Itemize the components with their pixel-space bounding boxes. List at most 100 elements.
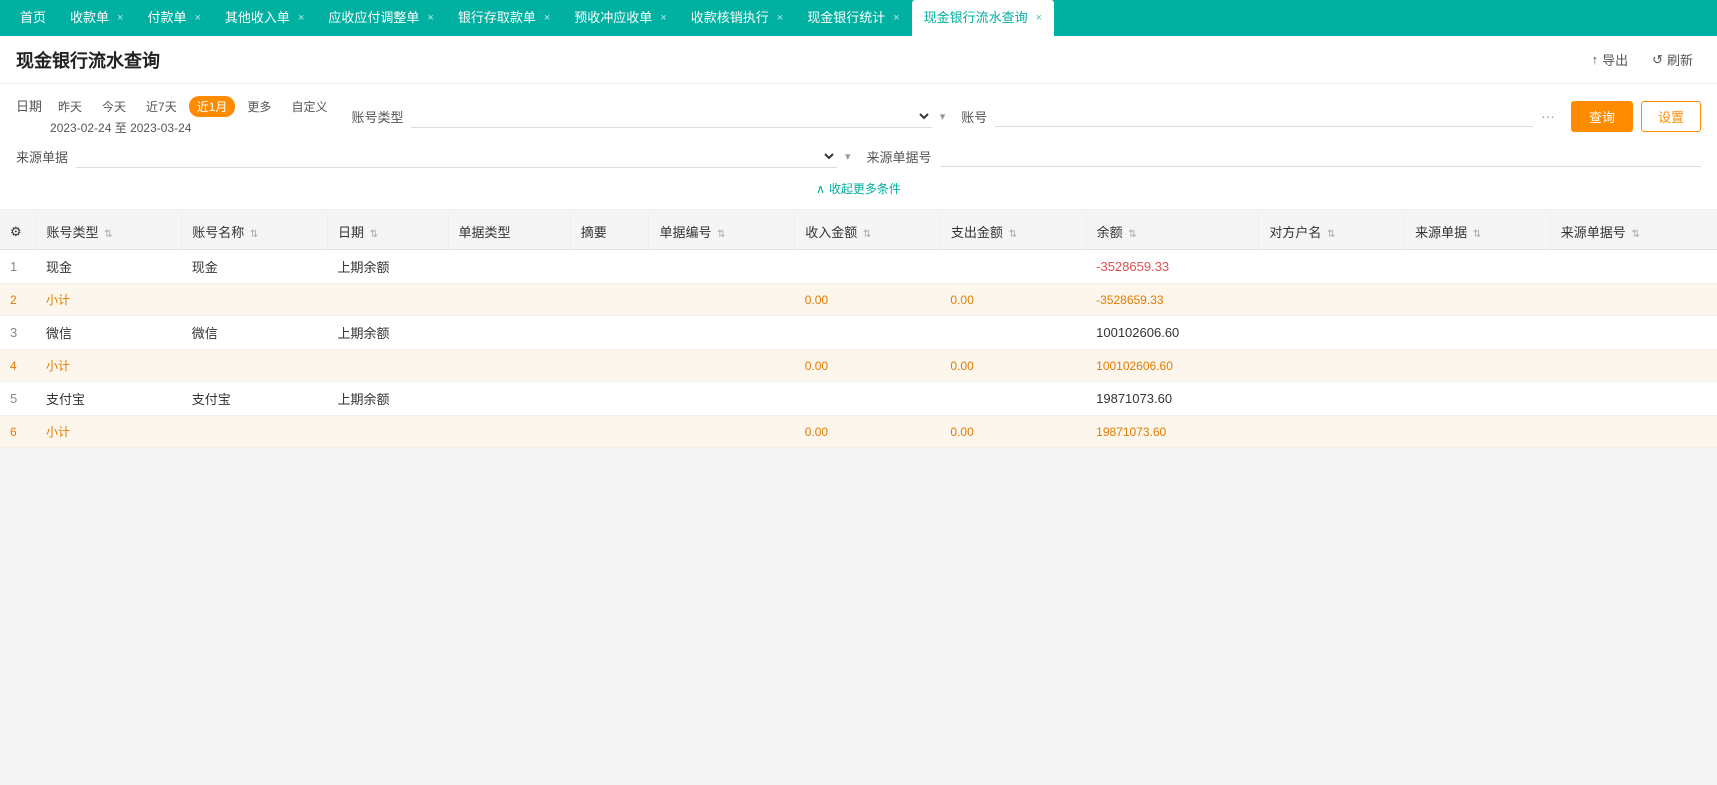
refresh-button[interactable]: ↺ 刷新 <box>1644 46 1701 73</box>
cell-doc-type <box>448 316 570 350</box>
nav-verification-close[interactable]: × <box>777 0 783 36</box>
nav-home[interactable]: 首页 <box>8 0 58 36</box>
nav-bank-deposit-close[interactable]: × <box>544 0 550 36</box>
cell-summary <box>570 284 649 316</box>
nav-receipt-close[interactable]: × <box>117 0 123 36</box>
table-row: 5支付宝支付宝上期余额19871073.60 <box>0 382 1717 416</box>
filter-row-2: 来源单据 ▾ 来源单据号 <box>16 144 1701 168</box>
cell-source-doc <box>1405 284 1551 316</box>
settings-button[interactable]: 设置 <box>1641 101 1701 132</box>
export-button[interactable]: ↑ 导出 <box>1584 46 1637 73</box>
table-row: 4小计0.000.00100102606.60 <box>0 350 1717 382</box>
filter-row-1: 日期 昨天 今天 近7天 近1月 更多 自定义 2023-02-24 至 202… <box>16 96 1701 136</box>
cell-income <box>795 250 941 284</box>
cell-doc-no <box>649 284 795 316</box>
cell-summary <box>570 350 649 382</box>
col-account-type[interactable]: 账号类型 ⇅ <box>36 214 182 250</box>
nav-prepay-close[interactable]: × <box>660 0 666 36</box>
cell-account-type: 小计 <box>36 416 182 448</box>
cell-income: 0.00 <box>795 284 941 316</box>
cell-counterpart <box>1259 316 1405 350</box>
cell-source-doc <box>1405 416 1551 448</box>
sort-income-icon: ⇅ <box>863 229 871 240</box>
date-filter-group: 日期 昨天 今天 近7天 近1月 更多 自定义 2023-02-24 至 202… <box>16 96 335 136</box>
col-account-name[interactable]: 账号名称 ⇅ <box>182 214 328 250</box>
collapse-bar[interactable]: ∧ 收起更多条件 <box>16 176 1701 201</box>
cell-summary <box>570 250 649 284</box>
cell-expense: 0.00 <box>940 284 1086 316</box>
nav-bank-flow[interactable]: 现金银行流水查询 × <box>912 0 1054 36</box>
date-btn-more[interactable]: 更多 <box>239 96 279 117</box>
nav-adjustment[interactable]: 应收应付调整单 × <box>316 0 445 36</box>
cell-account-name: 支付宝 <box>182 382 328 416</box>
cell-expense <box>940 250 1086 284</box>
nav-other-income-close[interactable]: × <box>298 0 304 36</box>
account-type-select[interactable] <box>411 104 931 128</box>
col-source-doc-no[interactable]: 来源单据号 ⇅ <box>1550 214 1717 250</box>
date-btn-1month[interactable]: 近1月 <box>189 96 236 117</box>
col-balance[interactable]: 余额 ⇅ <box>1086 214 1259 250</box>
cell-summary <box>570 382 649 416</box>
date-btn-7days[interactable]: 近7天 <box>138 96 185 117</box>
date-btn-yesterday[interactable]: 昨天 <box>50 96 90 117</box>
cell-account-type: 微信 <box>36 316 182 350</box>
date-btn-custom[interactable]: 自定义 <box>283 96 335 117</box>
sort-account-name-icon: ⇅ <box>250 229 258 240</box>
table-header-row: ⚙ 账号类型 ⇅ 账号名称 ⇅ 日期 ⇅ 单据类型 摘要 单据编号 <box>0 214 1717 250</box>
source-doc-no-input[interactable] <box>940 145 1701 167</box>
col-source-doc[interactable]: 来源单据 ⇅ <box>1405 214 1551 250</box>
account-type-label: 账号类型 <box>351 107 403 126</box>
col-expense[interactable]: 支出金额 ⇅ <box>940 214 1086 250</box>
nav-bank-stats-close[interactable]: × <box>893 0 899 36</box>
cell-counterpart <box>1259 250 1405 284</box>
date-btn-today[interactable]: 今天 <box>94 96 134 117</box>
account-no-more-icon[interactable]: ··· <box>1541 108 1555 124</box>
col-counterpart[interactable]: 对方户名 ⇅ <box>1259 214 1405 250</box>
cell-account-name: 微信 <box>182 316 328 350</box>
nav-prepay[interactable]: 预收冲应收单 × <box>562 0 678 36</box>
col-date[interactable]: 日期 ⇅ <box>327 214 448 250</box>
nav-verification[interactable]: 收款核销执行 × <box>679 0 795 36</box>
cell-account-name <box>182 350 328 382</box>
source-doc-select[interactable] <box>76 144 837 168</box>
col-income[interactable]: 收入金额 ⇅ <box>795 214 941 250</box>
cell-balance: -3528659.33 <box>1086 250 1259 284</box>
account-no-input[interactable] <box>995 105 1533 127</box>
cell-doc-type <box>448 382 570 416</box>
cell-num: 3 <box>0 316 36 350</box>
cell-account-name <box>182 416 328 448</box>
table-row: 6小计0.000.0019871073.60 <box>0 416 1717 448</box>
cell-doc-type <box>448 416 570 448</box>
search-button[interactable]: 查询 <box>1571 101 1633 132</box>
cell-expense: 0.00 <box>940 416 1086 448</box>
cell-summary <box>570 416 649 448</box>
nav-receipt[interactable]: 收款单 × <box>58 0 135 36</box>
sort-date-icon: ⇅ <box>370 229 378 240</box>
nav-bank-deposit[interactable]: 银行存取款单 × <box>446 0 562 36</box>
cell-expense: 0.00 <box>940 350 1086 382</box>
nav-payment-close[interactable]: × <box>194 0 200 36</box>
nav-payment[interactable]: 付款单 × <box>135 0 212 36</box>
cell-date <box>327 284 448 316</box>
col-doc-no[interactable]: 单据编号 ⇅ <box>649 214 795 250</box>
nav-other-income[interactable]: 其他收入单 × <box>213 0 316 36</box>
cell-balance: 19871073.60 <box>1086 416 1259 448</box>
table-body: 1现金现金上期余额-3528659.332小计0.000.00-3528659.… <box>0 250 1717 448</box>
cell-num: 5 <box>0 382 36 416</box>
col-doc-type: 单据类型 <box>448 214 570 250</box>
cell-income <box>795 382 941 416</box>
cell-date <box>327 350 448 382</box>
nav-bank-stats[interactable]: 现金银行统计 × <box>795 0 911 36</box>
nav-adjustment-close[interactable]: × <box>427 0 433 36</box>
data-table: ⚙ 账号类型 ⇅ 账号名称 ⇅ 日期 ⇅ 单据类型 摘要 单据编号 <box>0 214 1717 448</box>
cell-num: 6 <box>0 416 36 448</box>
cell-date <box>327 416 448 448</box>
gear-icon[interactable]: ⚙ <box>10 224 22 239</box>
nav-bank-flow-close[interactable]: × <box>1036 0 1042 36</box>
cell-doc-no <box>649 416 795 448</box>
cell-counterpart <box>1259 416 1405 448</box>
cell-doc-type <box>448 284 570 316</box>
source-doc-filter: 来源单据 ▾ <box>16 144 851 168</box>
col-settings[interactable]: ⚙ <box>0 214 36 250</box>
action-buttons: 查询 设置 <box>1571 101 1701 132</box>
